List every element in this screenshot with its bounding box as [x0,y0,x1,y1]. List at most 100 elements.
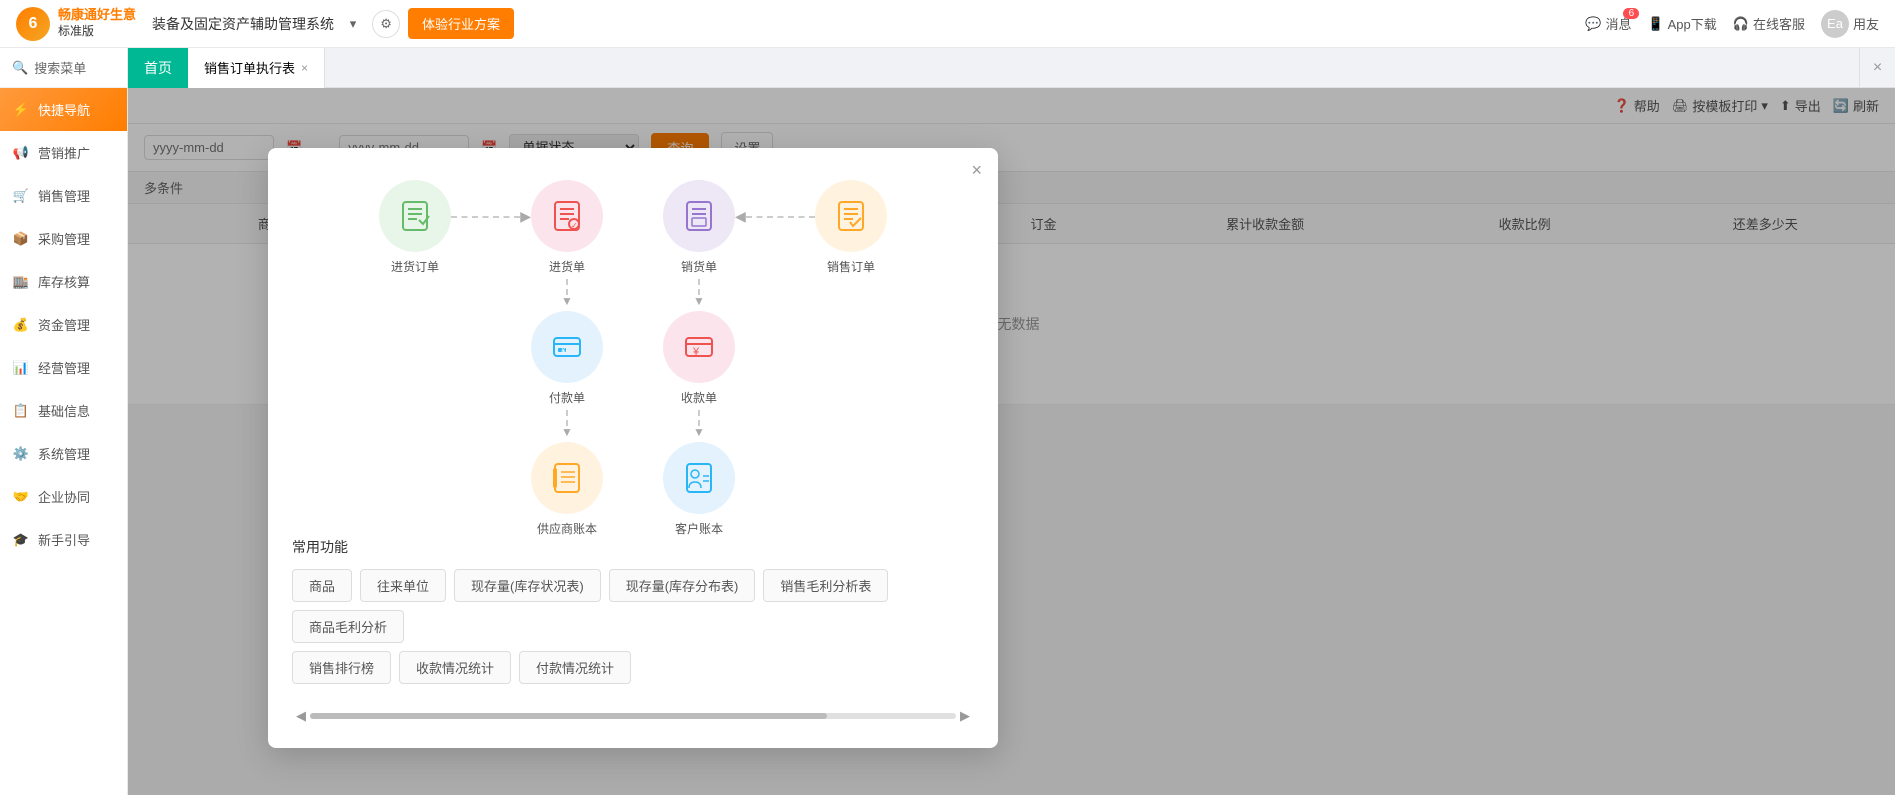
operation-icon: 📊 [12,359,30,377]
receipt-circle: ¥ [663,311,735,383]
common-btn-stock-dist[interactable]: 现存量(库存分布表) [609,569,756,602]
flow-diagram: 进货订单 ▶ [292,172,974,537]
quick-icon: ⚡ [12,101,30,119]
tab-close-icon[interactable]: × [301,61,308,75]
flow-label-supplier-ledger: 供应商账本 [537,520,597,537]
flow-row-1: 进货订单 ▶ [292,180,974,275]
supplier-ledger-icon [549,460,585,496]
flow-node-purchase-receipt: ✓ 进货单 [531,180,603,275]
collab-icon: 🤝 [12,488,30,506]
common-buttons-row-1: 商品 往来单位 现存量(库存状况表) 现存量(库存分布表) 销售毛利分析表 商品… [292,569,974,643]
flow-label-sales-bill: 销售订单 [827,258,875,275]
sales-order-circle [663,180,735,252]
message-icon: 💬 [1585,16,1601,32]
sidebar-item-label: 系统管理 [38,444,90,463]
arrow-down-sales: ▼ [663,279,735,307]
customer-ledger-icon [681,460,717,496]
user-area[interactable]: Ea 用友 [1821,10,1879,38]
common-btn-partner[interactable]: 往来单位 [360,569,446,602]
sidebar-item-operation[interactable]: 📊 经营管理 [0,346,127,389]
modal-box: × [268,148,998,748]
sidebar-item-marketing[interactable]: 📢 营销推广 [0,131,127,174]
arrow-down-receipt-node: ▼ [663,410,735,438]
user-label: 用友 [1853,14,1879,33]
common-btn-product-margin[interactable]: 商品毛利分析 [292,610,404,643]
payment-circle: ¥ [531,311,603,383]
flow-node-sales-order: 销货单 [663,180,735,275]
modal-overlay: × [128,88,1895,795]
sidebar-item-basic[interactable]: 📋 基础信息 [0,389,127,432]
flow-row-3: 供应商账本 [292,442,974,537]
flow-label-purchase-receipt: 进货单 [549,258,585,275]
sidebar-item-label: 基础信息 [38,401,90,420]
sp1 [379,279,451,307]
common-btn-sales-margin[interactable]: 销售毛利分析表 [763,569,888,602]
flow-node-payment: ¥ 付款单 [531,311,603,406]
search-menu[interactable]: 🔍 搜索菜单 [0,48,127,88]
app-download-label: App下载 [1668,14,1717,33]
dropdown-icon[interactable]: ▾ [342,13,364,35]
online-service-button[interactable]: 🎧 在线客服 [1733,14,1805,33]
scroll-right-button[interactable]: ▶ [956,708,974,724]
flow-node-purchase-order: 进货订单 [379,180,451,275]
sidebar-item-inventory[interactable]: 🏬 库存核算 [0,260,127,303]
logo-subtitle: 标准版 [58,24,136,40]
sidebar-item-newbie[interactable]: 🎓 新手引导 [0,518,127,561]
common-btn-sales-rank[interactable]: 销售排行榜 [292,651,391,684]
flow-row-2: ¥ 付款单 [292,311,974,406]
experience-button[interactable]: 体验行业方案 [408,8,514,39]
message-button[interactable]: 💬 消息 6 [1585,14,1631,33]
sidebar-item-system[interactable]: ⚙️ 系统管理 [0,432,127,475]
flow-node-customer-ledger: 客户账本 [663,442,735,537]
sp2 [451,279,531,307]
sales-order-icon [681,198,717,234]
flow-arrows-down-row2: ▼ ▼ [292,406,974,442]
common-btn-payment-stats[interactable]: 付款情况统计 [519,651,631,684]
purchase-icon: 📦 [12,230,30,248]
flow-arrow-bill-to-sales: ◀ [735,208,815,247]
top-bar: 6 畅康通好生意 标准版 装备及固定资产辅助管理系统 ▾ ⚙ 体验行业方案 💬 … [0,0,1895,48]
tab-sales-order[interactable]: 销售订单执行表 × [188,48,325,88]
arrow-down-payment: ▼ [531,410,603,438]
sidebar: 🔍 搜索菜单 ⚡ 快捷导航 📢 营销推广 🛒 销售管理 📦 采购管理 🏬 [0,48,128,795]
modal-close-button[interactable]: × [971,160,982,181]
sidebar-item-purchase[interactable]: 📦 采购管理 [0,217,127,260]
content-body: ❓ 帮助 🖨 按模板打印 ▾ ⬆ 导出 🔄 [128,88,1895,795]
common-btn-stock-status[interactable]: 现存量(库存状况表) [454,569,601,602]
common-functions-section: 常用功能 商品 往来单位 现存量(库存状况表) 现存量(库存分布表) 销售毛利分… [292,537,974,700]
flow-label-purchase-order: 进货订单 [391,258,439,275]
top-bar-right: 💬 消息 6 📱 App下载 🎧 在线客服 Ea 用友 [1585,10,1879,38]
scroll-left-button[interactable]: ◀ [292,708,310,724]
common-btn-receipt-stats[interactable]: 收款情况统计 [399,651,511,684]
scrollbar-track[interactable] [310,713,956,719]
sidebar-item-sales[interactable]: 🛒 销售管理 [0,174,127,217]
sidebar-item-label: 快捷导航 [38,100,90,119]
online-service-label: 在线客服 [1753,14,1805,33]
sidebar-item-finance[interactable]: 💰 资金管理 [0,303,127,346]
close-all-tabs-button[interactable]: × [1859,48,1895,88]
tabs-bar: 首页 销售订单执行表 × × [128,48,1895,88]
tab-home-label: 首页 [144,58,172,78]
scrollbar-thumb [310,713,827,719]
sidebar-item-quick[interactable]: ⚡ 快捷导航 [0,88,127,131]
common-functions-title: 常用功能 [292,537,974,557]
flow-label-receipt: 收款单 [681,389,717,406]
modal-scrollbar: ◀ ▶ [292,708,974,724]
purchase-receipt-icon: ✓ [549,198,585,234]
content-area: 首页 销售订单执行表 × × ❓ 帮助 [128,48,1895,795]
receipt-icon: ¥ [681,329,717,365]
flow-label-sales-order: 销货单 [681,258,717,275]
flow-arrows-down-row: ▼ ▼ [292,275,974,311]
common-btn-product[interactable]: 商品 [292,569,352,602]
svg-text:✓: ✓ [571,221,578,230]
sidebar-item-collab[interactable]: 🤝 企业协同 [0,475,127,518]
avatar: Ea [1821,10,1849,38]
gear-icon[interactable]: ⚙ [372,10,400,38]
tab-sales-order-label: 销售订单执行表 [204,58,295,77]
purchase-receipt-circle: ✓ [531,180,603,252]
tab-home[interactable]: 首页 [128,48,188,88]
flow-node-sales-bill: 销售订单 [815,180,887,275]
sidebar-item-label: 新手引导 [38,530,90,549]
sp3 [603,279,663,307]
app-download-button[interactable]: 📱 App下载 [1647,14,1716,33]
